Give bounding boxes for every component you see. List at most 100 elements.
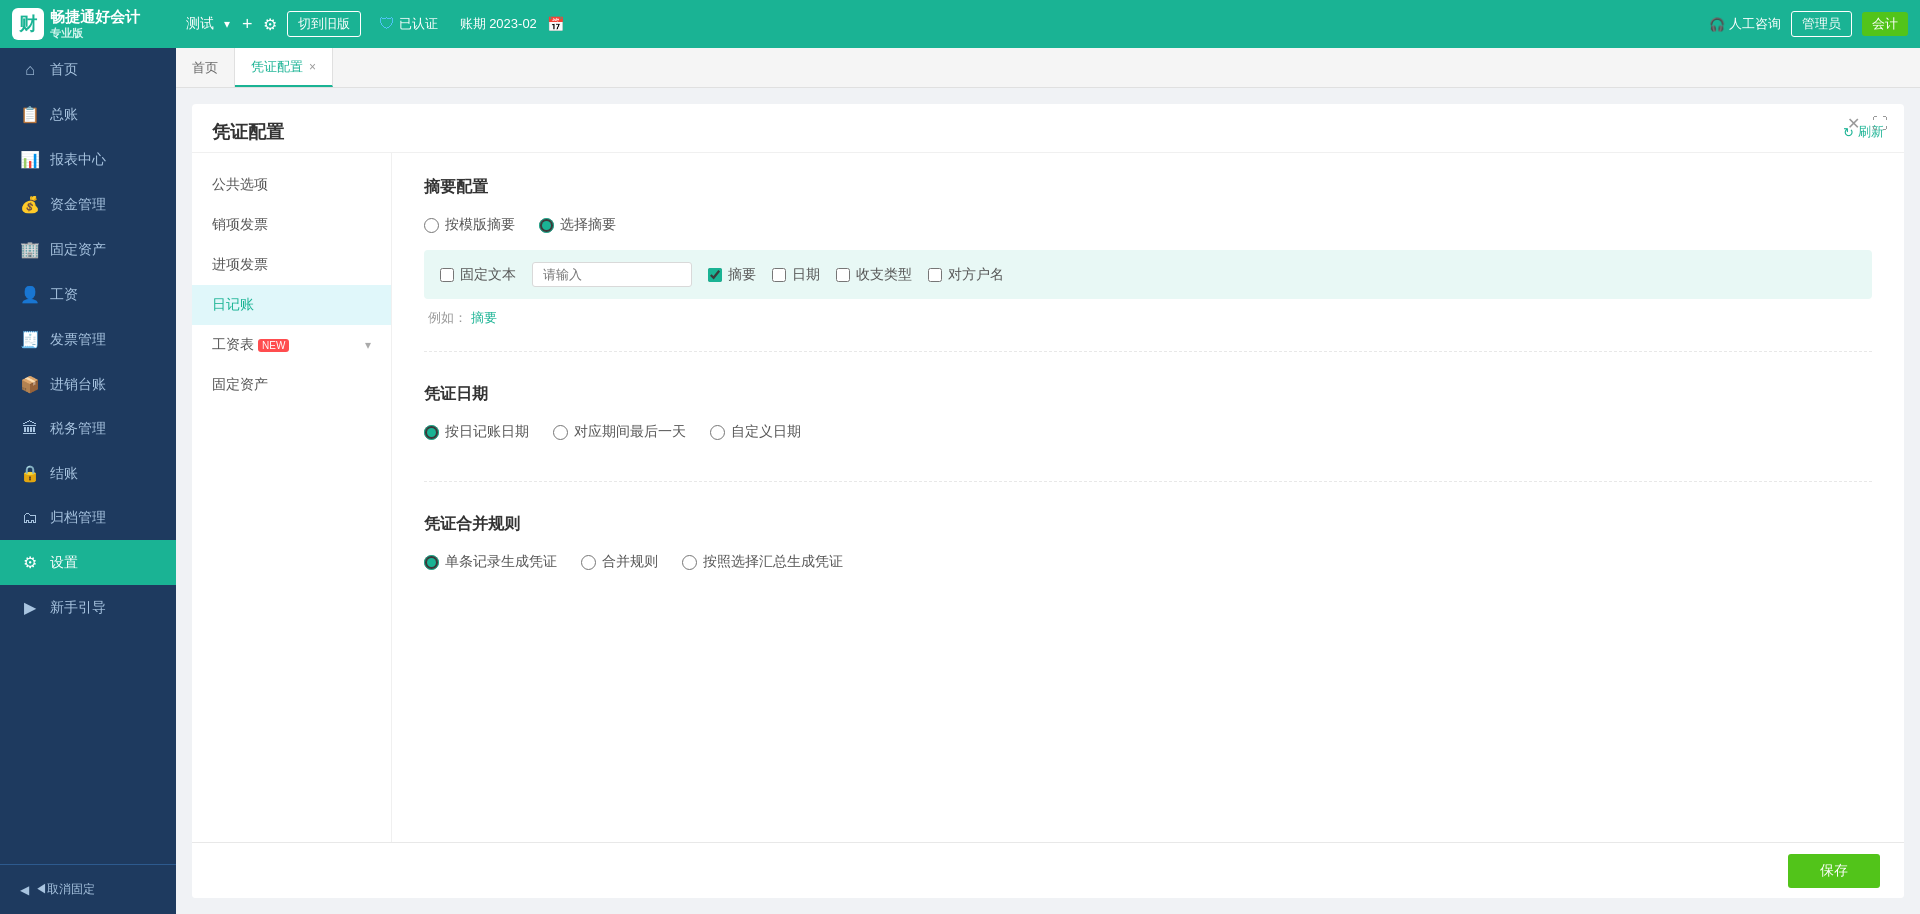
merge-section: 凭证合并规则 单条记录生成凭证 合并规则: [424, 514, 1872, 611]
sidebar-label-settings: 设置: [50, 554, 78, 572]
logo-icon: 财: [12, 8, 44, 40]
content-area: ✕ ⛶ 凭证配置 ↻ 刷新 公共选项销项发票进项发票日记账工资表NEW▾固定资产: [176, 88, 1920, 914]
left-nav-item-purchase_invoice[interactable]: 进项发票: [192, 245, 391, 285]
sidebar-item-invoice_mgmt[interactable]: 🧾发票管理: [0, 317, 176, 362]
sidebar-icon-close: 🔒: [20, 464, 40, 483]
company-chevron-icon[interactable]: ▾: [224, 17, 230, 31]
date-checkbox-label[interactable]: 日期: [772, 266, 820, 284]
page-body: 公共选项销项发票进项发票日记账工资表NEW▾固定资产 摘要配置 按模版摘要: [192, 153, 1904, 842]
left-nav-item-payroll_table[interactable]: 工资表NEW▾: [192, 325, 391, 365]
example-value: 摘要: [471, 310, 497, 325]
sidebar-item-home[interactable]: ⌂ 首页: [0, 48, 176, 92]
switch-old-button[interactable]: 切到旧版: [287, 11, 361, 37]
sidebar-icon-home: ⌂: [20, 61, 40, 79]
left-nav-label-payroll_table: 工资表NEW: [212, 336, 289, 354]
fixed-text-input[interactable]: [532, 262, 692, 287]
period-last-radio[interactable]: [553, 425, 568, 440]
example-prefix: 例如：: [428, 310, 467, 325]
sidebar-item-ledger[interactable]: 📋总账: [0, 92, 176, 137]
date-section: 凭证日期 按日记账日期 对应期间最后一天: [424, 384, 1872, 482]
sidebar-icon-assets: 🏢: [20, 240, 40, 259]
counterpart-checkbox-label[interactable]: 对方户名: [928, 266, 1004, 284]
sidebar-label-payroll: 工资: [50, 286, 78, 304]
journal-date-radio[interactable]: [424, 425, 439, 440]
merge-rule-radio[interactable]: [581, 555, 596, 570]
sidebar-item-sales_ledger[interactable]: 📦进销台账: [0, 362, 176, 407]
sidebar-label-tax: 税务管理: [50, 420, 106, 438]
add-company-button[interactable]: +: [242, 14, 253, 35]
sidebar-label-sales_ledger: 进销台账: [50, 376, 106, 394]
date-checkbox[interactable]: [772, 268, 786, 282]
sidebar-item-reports[interactable]: 📊报表中心: [0, 137, 176, 182]
summary-checkbox-label[interactable]: 摘要: [708, 266, 756, 284]
merge-radio-group: 单条记录生成凭证 合并规则 按照选择汇总生成凭证: [424, 553, 1872, 571]
left-nav-item-fixed_assets[interactable]: 固定资产: [192, 365, 391, 405]
custom-date-radio-text: 自定义日期: [731, 423, 801, 441]
summary-title: 摘要配置: [424, 177, 1872, 198]
tab-close-voucher_config[interactable]: ×: [309, 60, 316, 74]
maximize-button[interactable]: ⛶: [1872, 115, 1888, 133]
select-merge-radio[interactable]: [682, 555, 697, 570]
fixed-text-checkbox-label[interactable]: 固定文本: [440, 266, 516, 284]
income-type-checkbox-label[interactable]: 收支类型: [836, 266, 912, 284]
sidebar-label-archive: 归档管理: [50, 509, 106, 527]
left-nav-item-journal[interactable]: 日记账: [192, 285, 391, 325]
sidebar-item-funds[interactable]: 💰资金管理: [0, 182, 176, 227]
pin-button[interactable]: ◀ ◀取消固定: [10, 875, 166, 904]
period-last-radio-label[interactable]: 对应期间最后一天: [553, 423, 686, 441]
select-radio-label[interactable]: 选择摘要: [539, 216, 616, 234]
pin-label: ◀取消固定: [35, 881, 95, 898]
admin-button[interactable]: 管理员: [1791, 11, 1852, 37]
single-radio[interactable]: [424, 555, 439, 570]
sidebar-item-close[interactable]: 🔒结账: [0, 451, 176, 496]
layout: ⌂首页📋总账📊报表中心💰资金管理🏢固定资产👤工资🧾发票管理📦进销台账🏛税务管理🔒…: [0, 48, 1920, 914]
merge-rule-radio-text: 合并规则: [602, 553, 658, 571]
sidebar-item-archive[interactable]: 🗂 归档管理: [0, 496, 176, 540]
sidebar-icon-ledger: 📋: [20, 105, 40, 124]
sidebar-label-home: 首页: [50, 61, 78, 79]
consult-label: 人工咨询: [1729, 15, 1781, 33]
left-nav-item-public[interactable]: 公共选项: [192, 165, 391, 205]
select-merge-radio-label[interactable]: 按照选择汇总生成凭证: [682, 553, 843, 571]
summary-section: 摘要配置 按模版摘要 选择摘要: [424, 177, 1872, 352]
save-button[interactable]: 保存: [1788, 854, 1880, 888]
single-radio-label[interactable]: 单条记录生成凭证: [424, 553, 557, 571]
sidebar-label-reports: 报表中心: [50, 151, 106, 169]
sidebar-item-guide[interactable]: ▶新手引导: [0, 585, 176, 630]
settings-icon[interactable]: ⚙: [263, 15, 277, 34]
summary-checkbox[interactable]: [708, 268, 722, 282]
new-badge-payroll_table: NEW: [258, 339, 289, 352]
close-window-button[interactable]: ✕: [1847, 114, 1860, 133]
sidebar-item-tax[interactable]: 🏛税务管理: [0, 407, 176, 451]
sidebar-item-settings[interactable]: ⚙设置: [0, 540, 176, 585]
sidebar-label-funds: 资金管理: [50, 196, 106, 214]
left-nav-item-sales_invoice[interactable]: 销项发票: [192, 205, 391, 245]
consult-button[interactable]: 🎧 人工咨询: [1709, 15, 1781, 33]
main-area: 首页凭证配置× ✕ ⛶ 凭证配置 ↻ 刷新: [176, 48, 1920, 914]
headset-icon: 🎧: [1709, 17, 1725, 32]
sidebar-scroll: ⌂首页📋总账📊报表中心💰资金管理🏢固定资产👤工资🧾发票管理📦进销台账🏛税务管理🔒…: [0, 48, 176, 864]
sidebar-icon-archive: 🗂: [20, 509, 40, 527]
template-radio[interactable]: [424, 218, 439, 233]
date-radio-group: 按日记账日期 对应期间最后一天 自定义日期: [424, 423, 1872, 441]
counterpart-checkbox[interactable]: [928, 268, 942, 282]
template-radio-label[interactable]: 按模版摘要: [424, 216, 515, 234]
tab-home[interactable]: 首页: [176, 48, 235, 87]
merge-rule-radio-label[interactable]: 合并规则: [581, 553, 658, 571]
role-button[interactable]: 会计: [1862, 12, 1908, 36]
income-type-checkbox[interactable]: [836, 268, 850, 282]
custom-date-radio-label[interactable]: 自定义日期: [710, 423, 801, 441]
left-nav-label-sales_invoice: 销项发票: [212, 216, 268, 232]
calendar-icon[interactable]: 📅: [547, 16, 564, 32]
sidebar-label-invoice_mgmt: 发票管理: [50, 331, 106, 349]
sidebar-item-payroll[interactable]: 👤工资: [0, 272, 176, 317]
select-radio[interactable]: [539, 218, 554, 233]
custom-date-radio[interactable]: [710, 425, 725, 440]
period-last-radio-text: 对应期间最后一天: [574, 423, 686, 441]
summary-checkbox-row: 固定文本 摘要 日期: [424, 250, 1872, 299]
fixed-text-checkbox[interactable]: [440, 268, 454, 282]
tab-voucher_config[interactable]: 凭证配置×: [235, 48, 333, 87]
sidebar-item-assets[interactable]: 🏢固定资产: [0, 227, 176, 272]
journal-date-radio-label[interactable]: 按日记账日期: [424, 423, 529, 441]
cert-label: 已认证: [399, 15, 438, 33]
